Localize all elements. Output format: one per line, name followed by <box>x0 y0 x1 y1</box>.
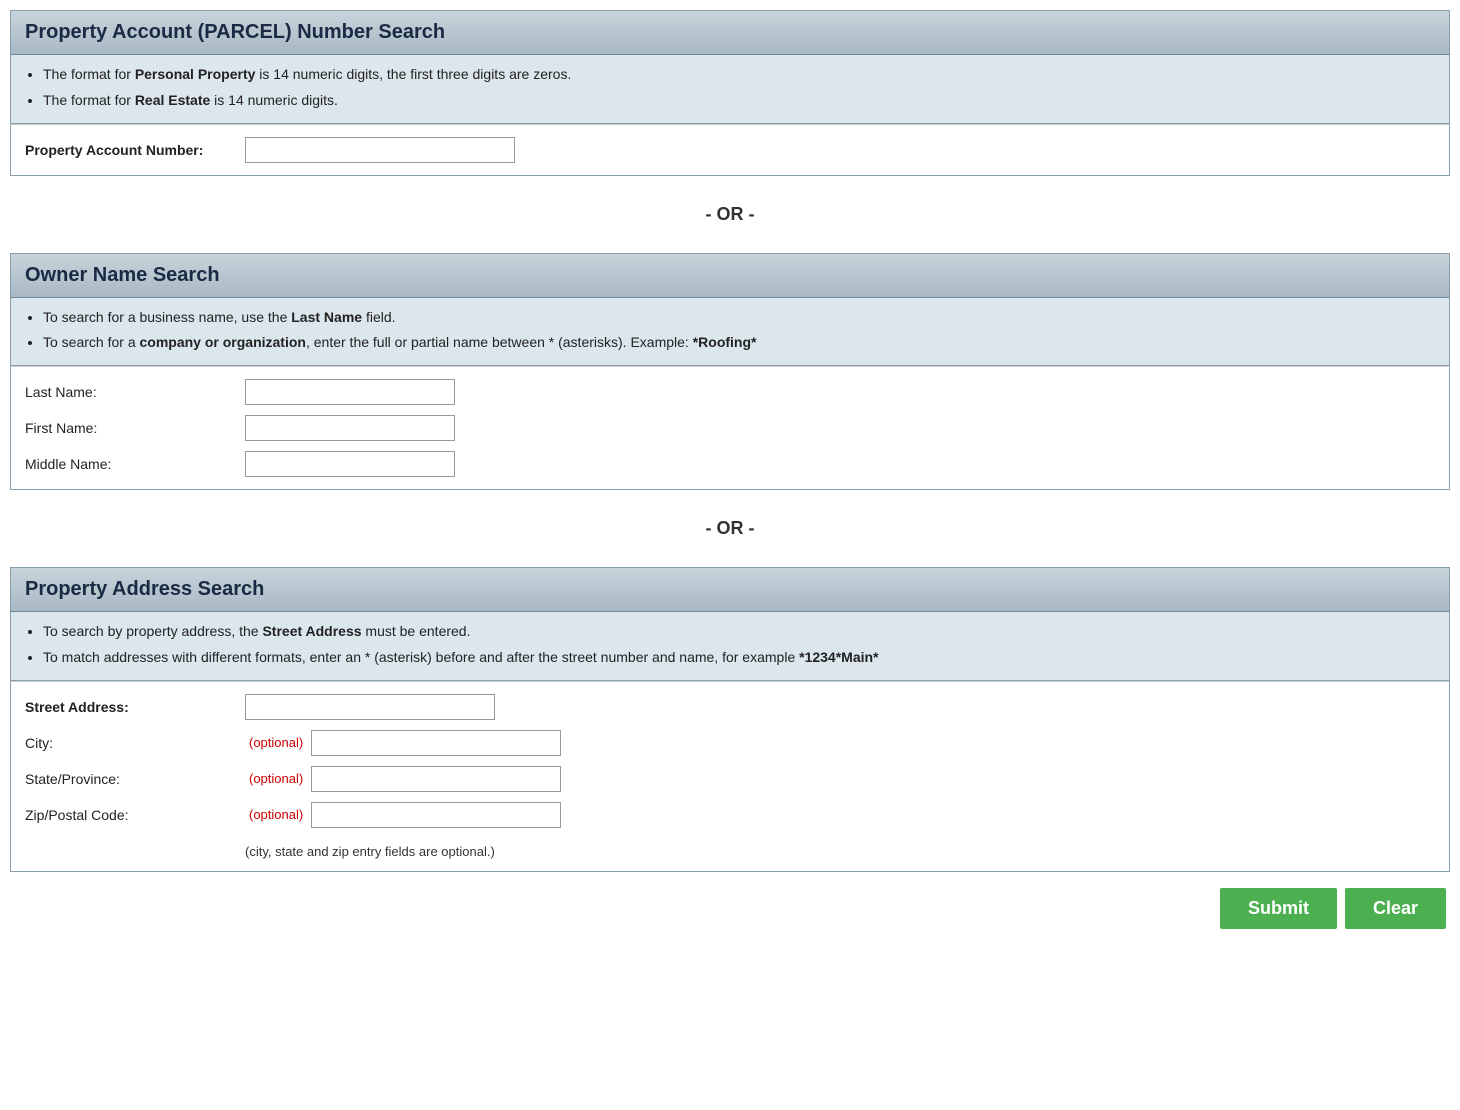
address-hint: (city, state and zip entry fields are op… <box>25 838 1435 859</box>
parcel-section-title: Property Account (PARCEL) Number Search <box>25 21 1435 44</box>
parcel-number-input[interactable] <box>245 137 515 163</box>
form-buttons: Submit Clear <box>10 888 1450 929</box>
address-section: Property Address Search To search by pro… <box>10 567 1450 872</box>
owner-section-body: Last Name: First Name: Middle Name: <box>10 366 1450 490</box>
parcel-section: Property Account (PARCEL) Number Search … <box>10 10 1450 176</box>
city-row: City: (optional) <box>25 730 1435 756</box>
parcel-field-row: Property Account Number: <box>25 137 1435 163</box>
clear-button[interactable]: Clear <box>1345 888 1446 929</box>
owner-info-item-2: To search for a company or organization,… <box>43 331 1435 355</box>
zip-label: Zip/Postal Code: <box>25 807 245 823</box>
middle-name-row: Middle Name: <box>25 451 1435 477</box>
state-label: State/Province: <box>25 771 245 787</box>
owner-section-info: To search for a business name, use the L… <box>10 298 1450 367</box>
parcel-section-info: The format for Personal Property is 14 n… <box>10 55 1450 124</box>
street-address-input[interactable] <box>245 694 495 720</box>
address-section-body: Street Address: City: (optional) State/P… <box>10 681 1450 872</box>
or-divider-1: - OR - <box>10 176 1450 253</box>
zip-optional-label: (optional) <box>249 807 303 822</box>
submit-button[interactable]: Submit <box>1220 888 1337 929</box>
last-name-label: Last Name: <box>25 384 245 400</box>
state-row: State/Province: (optional) <box>25 766 1435 792</box>
city-label: City: <box>25 735 245 751</box>
city-input[interactable] <box>311 730 561 756</box>
city-optional-label: (optional) <box>249 735 303 750</box>
state-optional-label: (optional) <box>249 771 303 786</box>
parcel-section-body: Property Account Number: <box>10 124 1450 176</box>
parcel-section-header: Property Account (PARCEL) Number Search <box>10 10 1450 55</box>
parcel-info-item-2: The format for Real Estate is 14 numeric… <box>43 89 1435 113</box>
zip-row: Zip/Postal Code: (optional) <box>25 802 1435 828</box>
address-info-item-1: To search by property address, the Stree… <box>43 620 1435 644</box>
address-info-item-2: To match addresses with different format… <box>43 646 1435 670</box>
middle-name-label: Middle Name: <box>25 456 245 472</box>
owner-info-item-1: To search for a business name, use the L… <box>43 306 1435 330</box>
address-section-header: Property Address Search <box>10 567 1450 612</box>
address-section-info: To search by property address, the Stree… <box>10 612 1450 681</box>
first-name-input[interactable] <box>245 415 455 441</box>
owner-section-header: Owner Name Search <box>10 253 1450 298</box>
middle-name-input[interactable] <box>245 451 455 477</box>
parcel-field-label: Property Account Number: <box>25 142 245 158</box>
street-address-row: Street Address: <box>25 694 1435 720</box>
zip-input[interactable] <box>311 802 561 828</box>
last-name-row: Last Name: <box>25 379 1435 405</box>
or-divider-2: - OR - <box>10 490 1450 567</box>
owner-section-title: Owner Name Search <box>25 264 1435 287</box>
street-address-label: Street Address: <box>25 699 245 715</box>
first-name-label: First Name: <box>25 420 245 436</box>
first-name-row: First Name: <box>25 415 1435 441</box>
state-input[interactable] <box>311 766 561 792</box>
address-section-title: Property Address Search <box>25 578 1435 601</box>
parcel-info-item-1: The format for Personal Property is 14 n… <box>43 63 1435 87</box>
owner-section: Owner Name Search To search for a busine… <box>10 253 1450 491</box>
last-name-input[interactable] <box>245 379 455 405</box>
